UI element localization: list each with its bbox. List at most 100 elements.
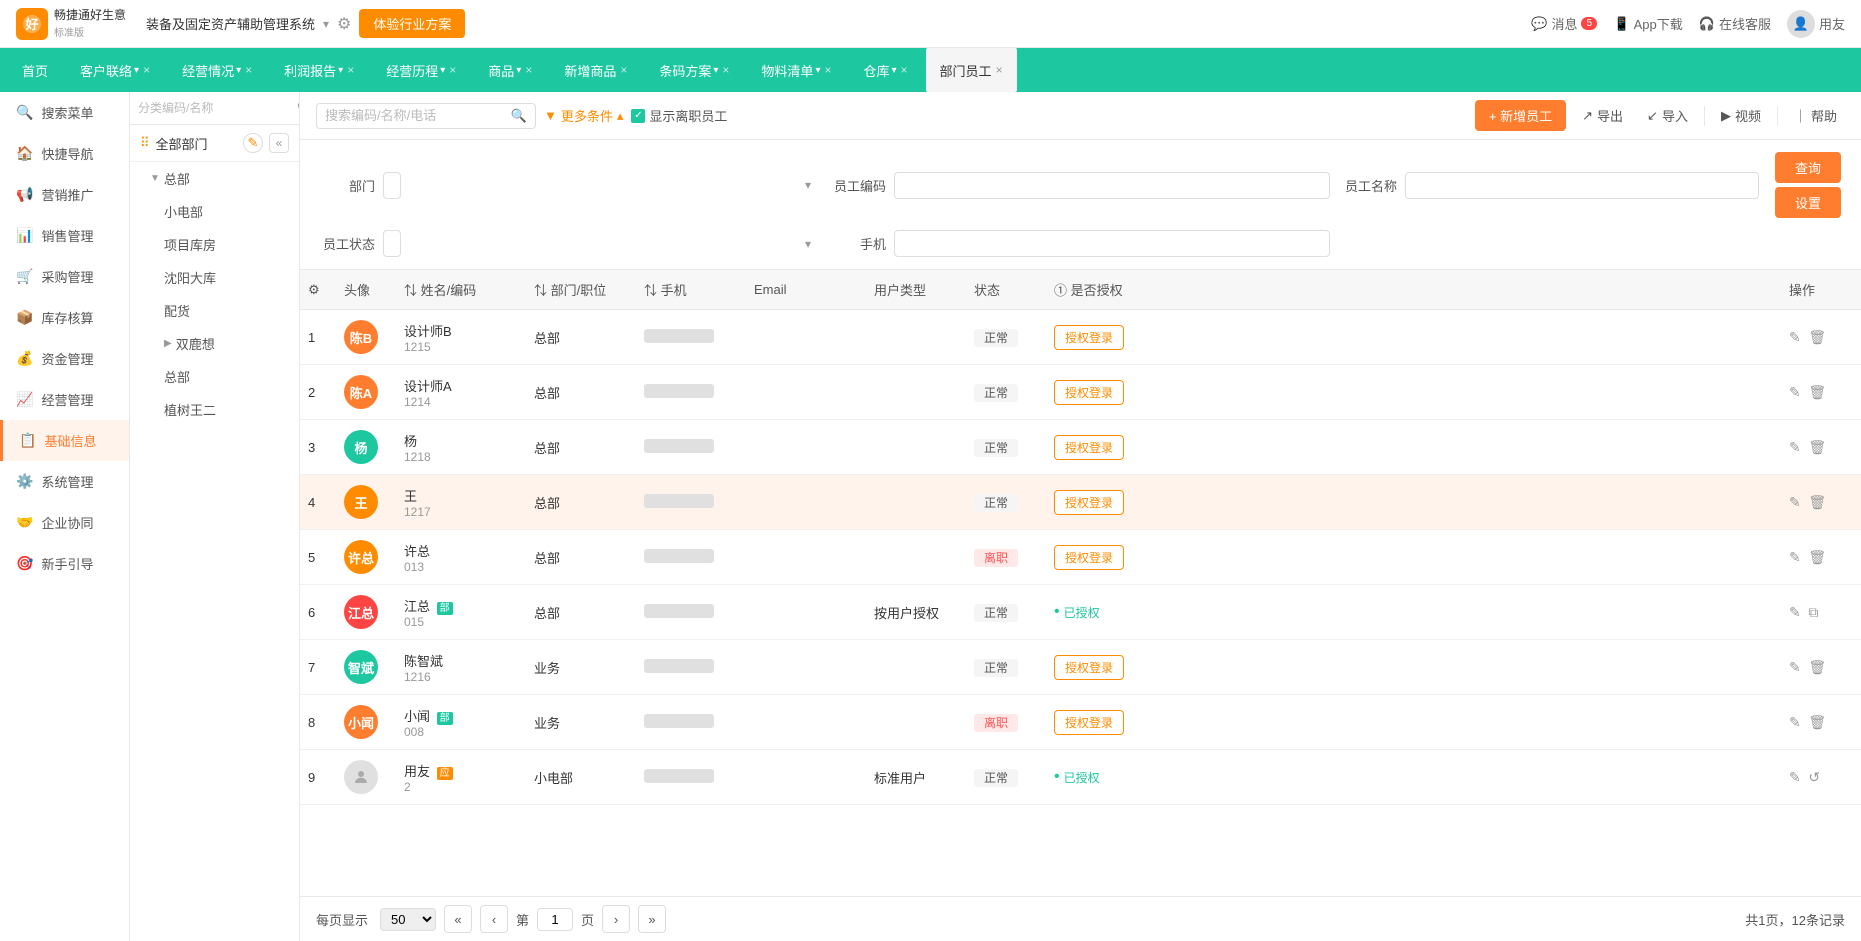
next-page-btn[interactable]: › bbox=[602, 905, 630, 933]
edit-op-icon[interactable]: ✎ bbox=[1789, 659, 1801, 675]
export-btn[interactable]: ↗ 导出 bbox=[1574, 102, 1631, 129]
edit-op-icon[interactable]: ✎ bbox=[1789, 439, 1801, 455]
sidebar-item-finance[interactable]: 💰 资金管理 bbox=[0, 338, 129, 379]
nav-goods-close[interactable]: × bbox=[525, 63, 532, 77]
delete-op-icon[interactable]: 🗑 bbox=[1808, 549, 1826, 565]
phone-input[interactable] bbox=[894, 230, 1330, 257]
sidebar-item-system[interactable]: ⚙️ 系统管理 bbox=[0, 461, 129, 502]
edit-op-icon[interactable]: ✎ bbox=[1789, 769, 1801, 785]
trial-button[interactable]: 体验行业方案 bbox=[359, 9, 465, 38]
auth-button[interactable]: 授权登录 bbox=[1054, 545, 1124, 570]
resigned-checkbox[interactable]: ✓ bbox=[631, 109, 645, 123]
help-btn[interactable]: ｜ 帮助 bbox=[1786, 102, 1845, 129]
edit-op-icon[interactable]: ✎ bbox=[1789, 494, 1801, 510]
first-page-btn[interactable]: « bbox=[444, 905, 472, 933]
sidebar-item-inventory[interactable]: 📦 库存核算 bbox=[0, 297, 129, 338]
tree-node-xiaodian[interactable]: 小电部 bbox=[130, 195, 299, 228]
nav-item-barcode[interactable]: 条码方案 ▾ × bbox=[645, 48, 743, 92]
edit-op-icon[interactable]: ✎ bbox=[1789, 714, 1801, 730]
tree-collapse-btn[interactable]: ✎ bbox=[243, 133, 263, 153]
prev-page-btn[interactable]: ‹ bbox=[480, 905, 508, 933]
add-employee-button[interactable]: + 新增员工 bbox=[1475, 100, 1566, 131]
nav-item-bom[interactable]: 物料清单 ▾ × bbox=[747, 48, 845, 92]
delete-op-icon[interactable]: 🗑 bbox=[1808, 714, 1826, 730]
nav-dept-close[interactable]: × bbox=[996, 63, 1003, 77]
show-resigned-wrap[interactable]: ✓ 显示离职员工 bbox=[631, 106, 727, 125]
delete-op-icon[interactable]: 🗑 bbox=[1808, 329, 1826, 345]
sidebar-item-search[interactable]: 🔍 搜索菜单 bbox=[0, 92, 129, 133]
emp-code-input[interactable] bbox=[894, 172, 1330, 199]
settings-icon[interactable]: ⚙ bbox=[337, 14, 351, 34]
page-size-select[interactable]: 50 100 200 bbox=[380, 908, 436, 931]
refresh-op-icon[interactable]: ↺ bbox=[1808, 769, 1820, 785]
app-download-item[interactable]: 📱 App下载 bbox=[1613, 14, 1682, 33]
edit-op-icon[interactable]: ✎ bbox=[1789, 329, 1801, 345]
tree-node-general[interactable]: ▼ 总部 bbox=[130, 162, 299, 195]
nav-barcode-close[interactable]: × bbox=[722, 63, 729, 77]
nav-newgoods-close[interactable]: × bbox=[620, 63, 627, 77]
emp-status-select[interactable] bbox=[383, 230, 401, 257]
tree-node-distribution[interactable]: 配货 bbox=[130, 294, 299, 327]
online-service-item[interactable]: 🎧 在线客服 bbox=[1699, 14, 1771, 33]
nav-history-close[interactable]: × bbox=[449, 63, 456, 77]
nav-item-dept[interactable]: 部门员工 × bbox=[926, 48, 1017, 92]
last-page-btn[interactable]: » bbox=[638, 905, 666, 933]
delete-op-icon[interactable]: 🗑 bbox=[1808, 494, 1826, 510]
nav-operation-close[interactable]: × bbox=[245, 63, 252, 77]
auth-button[interactable]: 授权登录 bbox=[1054, 655, 1124, 680]
user-item[interactable]: 👤 用友 bbox=[1787, 10, 1845, 38]
edit-op-icon[interactable]: ✎ bbox=[1789, 604, 1801, 620]
import-btn[interactable]: ↙ 导入 bbox=[1639, 102, 1696, 129]
sidebar-item-collab[interactable]: 🤝 企业协同 bbox=[0, 502, 129, 543]
auth-button[interactable]: 授权登录 bbox=[1054, 490, 1124, 515]
view-btn[interactable]: ▶ 视频 bbox=[1713, 102, 1769, 129]
nav-item-home[interactable]: 首页 bbox=[8, 48, 62, 92]
tree-node-zongbu[interactable]: 总部 bbox=[130, 360, 299, 393]
tree-node-shuanglu[interactable]: ▶ 双鹿想 bbox=[130, 327, 299, 360]
nav-item-newgoods[interactable]: 新增商品 × bbox=[550, 48, 641, 92]
message-item[interactable]: 💬 消息 5 bbox=[1531, 14, 1597, 33]
tree-toggle-btn[interactable]: « bbox=[269, 133, 289, 153]
sidebar-item-marketing[interactable]: 📢 营销推广 bbox=[0, 174, 129, 215]
tree-node-project[interactable]: 项目库房 bbox=[130, 228, 299, 261]
copy-op-icon[interactable]: ⧉ bbox=[1808, 604, 1818, 620]
current-page-input[interactable] bbox=[537, 908, 573, 931]
nav-customer-close[interactable]: × bbox=[143, 63, 150, 77]
th-dept[interactable]: ⇅ 部门/职位 bbox=[526, 270, 636, 310]
search-icon[interactable]: 🔍 bbox=[511, 108, 527, 124]
edit-op-icon[interactable]: ✎ bbox=[1789, 384, 1801, 400]
emp-name-input[interactable] bbox=[1405, 172, 1759, 199]
sidebar-item-sales[interactable]: 📊 销售管理 bbox=[0, 215, 129, 256]
nav-item-customer[interactable]: 客户联络 ▾ × bbox=[66, 48, 164, 92]
sidebar-item-purchase[interactable]: 🛒 采购管理 bbox=[0, 256, 129, 297]
tree-node-planting[interactable]: 植树王二 bbox=[130, 393, 299, 426]
sidebar-item-management[interactable]: 📈 经营管理 bbox=[0, 379, 129, 420]
edit-op-icon[interactable]: ✎ bbox=[1789, 549, 1801, 565]
auth-button[interactable]: 授权登录 bbox=[1054, 325, 1124, 350]
tree-search-input[interactable] bbox=[138, 101, 293, 115]
nav-item-history[interactable]: 经营历程 ▾ × bbox=[372, 48, 470, 92]
delete-op-icon[interactable]: 🗑 bbox=[1808, 439, 1826, 455]
query-button[interactable]: 查询 bbox=[1775, 152, 1841, 183]
nav-item-warehouse[interactable]: 仓库 ▾ × bbox=[849, 48, 921, 92]
reset-button[interactable]: 设置 bbox=[1775, 187, 1841, 218]
dept-select[interactable] bbox=[383, 172, 401, 199]
nav-item-goods[interactable]: 商品 ▾ × bbox=[474, 48, 546, 92]
nav-warehouse-close[interactable]: × bbox=[901, 63, 908, 77]
auth-button[interactable]: 授权登录 bbox=[1054, 710, 1124, 735]
settings-gear-icon[interactable]: ⚙ bbox=[308, 282, 320, 297]
nav-item-operation[interactable]: 经营情况 ▾ × bbox=[168, 48, 266, 92]
sidebar-item-basic[interactable]: 📋 基础信息 bbox=[0, 420, 129, 461]
nav-item-profit[interactable]: 利润报告 ▾ × bbox=[270, 48, 368, 92]
auth-button[interactable]: 授权登录 bbox=[1054, 435, 1124, 460]
sidebar-item-guide[interactable]: 🎯 新手引导 bbox=[0, 543, 129, 584]
search-input[interactable] bbox=[325, 108, 511, 123]
nav-profit-close[interactable]: × bbox=[347, 63, 354, 77]
delete-op-icon[interactable]: 🗑 bbox=[1808, 384, 1826, 400]
sidebar-item-nav[interactable]: 🏠 快捷导航 bbox=[0, 133, 129, 174]
tree-node-shenyang[interactable]: 沈阳大库 bbox=[130, 261, 299, 294]
th-phone[interactable]: ⇅ 手机 bbox=[636, 270, 746, 310]
delete-op-icon[interactable]: 🗑 bbox=[1808, 659, 1826, 675]
nav-bom-close[interactable]: × bbox=[824, 63, 831, 77]
filter-btn[interactable]: ▼ 更多条件 ▴ bbox=[544, 106, 623, 125]
